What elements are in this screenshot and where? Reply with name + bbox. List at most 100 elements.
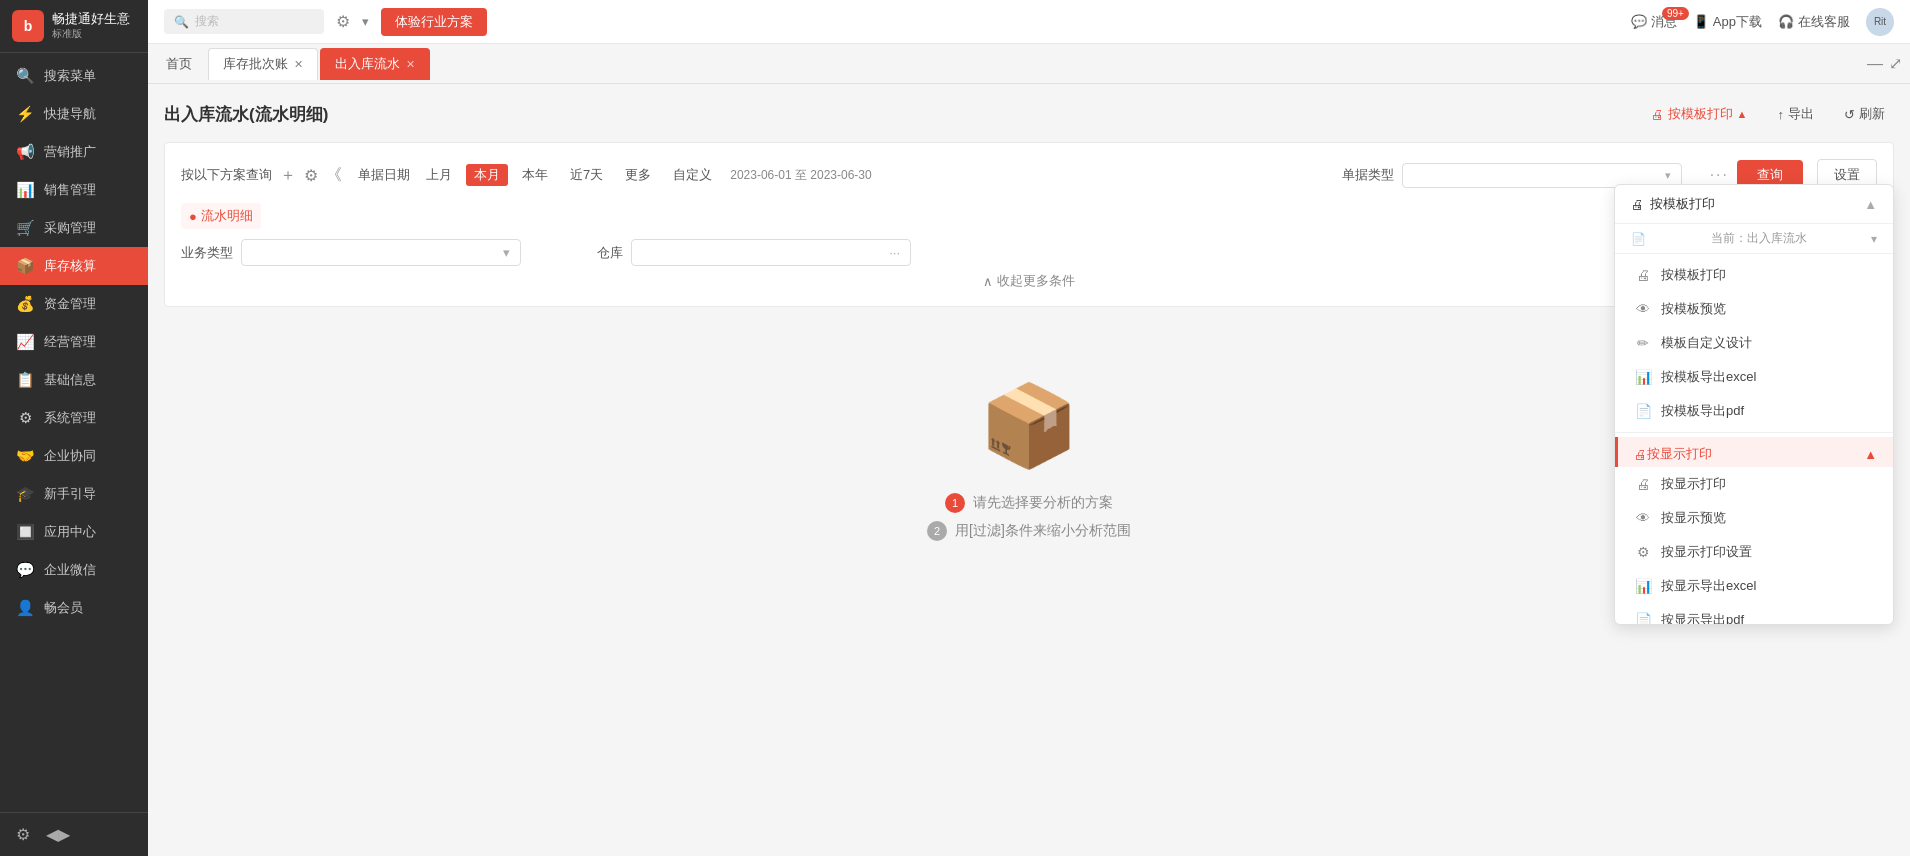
dp-display-section-header[interactable]: 🖨 按显示打印 ▲ — [1615, 437, 1893, 467]
trial-industry-button[interactable]: 体验行业方案 — [381, 8, 487, 36]
search-box[interactable]: 🔍 搜索 — [164, 9, 324, 34]
print-label: 按模板打印 — [1668, 105, 1733, 123]
date-opt-7days[interactable]: 近7天 — [562, 164, 611, 186]
sidebar-item-basicinfo[interactable]: 📋 基础信息 — [0, 361, 148, 399]
search-scheme-field: 按以下方案查询 ＋ ⚙ 《 — [181, 165, 342, 186]
date-opt-this-year[interactable]: 本年 — [514, 164, 556, 186]
flow-tag[interactable]: ● 流水明细 — [181, 203, 261, 229]
add-filter-icon[interactable]: ＋ — [280, 165, 296, 186]
sidebar-item-weixin[interactable]: 💬 企业微信 — [0, 551, 148, 589]
collapse-button[interactable]: ∧ 收起更多条件 — [983, 272, 1075, 290]
export-button[interactable]: ↑ 导出 — [1769, 100, 1824, 128]
dp-item-display-preview[interactable]: 👁 按显示预览 — [1615, 501, 1893, 535]
page-header: 出入库流水(流水明细) 🖨 按模板打印 ▲ ↑ 导出 ↺ 刷新 — [164, 100, 1894, 128]
print-template-button[interactable]: 🖨 按模板打印 ▲ — [1642, 100, 1757, 128]
date-opt-more[interactable]: 更多 — [617, 164, 659, 186]
quicknav-icon: ⚡ — [16, 105, 34, 123]
dp-item-template-excel[interactable]: 📊 按模板导出excel — [1615, 360, 1893, 394]
dp-title-label: 按模板打印 — [1650, 195, 1715, 213]
page-actions: 🖨 按模板打印 ▲ ↑ 导出 ↺ 刷新 — [1642, 100, 1894, 128]
sidebar-item-appcenter[interactable]: 🔲 应用中心 — [0, 513, 148, 551]
app-name: 畅捷通好生意 — [52, 11, 130, 28]
biz-type-input[interactable]: ▾ — [241, 239, 521, 266]
sidebar-item-label: 新手引导 — [44, 485, 96, 503]
settings-filter-icon[interactable]: ⚙ — [304, 166, 318, 185]
sidebar-item-finance[interactable]: 💰 资金管理 — [0, 285, 148, 323]
app-download-label: App下载 — [1713, 13, 1762, 31]
tab-home[interactable]: 首页 — [152, 48, 206, 80]
message-badge: 99+ — [1662, 7, 1689, 20]
dp-item-label: 按显示导出excel — [1661, 577, 1756, 595]
tab-minimize-icon[interactable]: — — [1867, 55, 1883, 73]
tab-maximize-icon[interactable]: ⤢ — [1889, 54, 1902, 73]
message-icon: 💬 — [1631, 14, 1647, 29]
sidebar-item-purchase[interactable]: 🛒 采购管理 — [0, 209, 148, 247]
online-service-button[interactable]: 🎧 在线客服 — [1778, 13, 1850, 31]
dp-item-display-pdf[interactable]: 📄 按显示导出pdf — [1615, 603, 1893, 624]
sidebar-item-label: 畅会员 — [44, 599, 83, 617]
search-scheme-label: 按以下方案查询 — [181, 166, 272, 184]
message-button[interactable]: 💬 消息 99+ — [1631, 13, 1677, 31]
sidebar-item-collab[interactable]: 🤝 企业协同 — [0, 437, 148, 475]
tab-home-label: 首页 — [166, 55, 192, 73]
topbar-dropdown-icon[interactable]: ▾ — [362, 14, 369, 29]
dp-item-template-pdf[interactable]: 📄 按模板导出pdf — [1615, 394, 1893, 428]
dp-display-section-label: 按显示打印 — [1647, 445, 1712, 463]
page-content: 出入库流水(流水明细) 🖨 按模板打印 ▲ ↑ 导出 ↺ 刷新 — [148, 84, 1910, 856]
dp-item-display-excel[interactable]: 📊 按显示导出excel — [1615, 569, 1893, 603]
dp-item-display-print[interactable]: 🖨 按显示打印 — [1615, 467, 1893, 501]
sidebar-nav: 🔍 搜索菜单 ⚡ 快捷导航 📢 营销推广 📊 销售管理 🛒 采购管理 📦 库存核… — [0, 53, 148, 812]
finance-icon: 💰 — [16, 295, 34, 313]
export-icon: ↑ — [1778, 107, 1785, 122]
tab-inout-flow[interactable]: 出入库流水 ✕ — [320, 48, 430, 80]
tab-inventory-batch[interactable]: 库存批次账 ✕ — [208, 48, 318, 80]
dp-item-display-settings[interactable]: ⚙ 按显示打印设置 — [1615, 535, 1893, 569]
sidebar-item-inventory[interactable]: 📦 库存核算 — [0, 247, 148, 285]
dp-template-pdf-icon: 📄 — [1635, 403, 1651, 419]
topbar-right: 💬 消息 99+ 📱 App下载 🎧 在线客服 Rit — [1631, 8, 1894, 36]
date-opt-this-month[interactable]: 本月 — [466, 164, 508, 186]
settings-icon[interactable]: ⚙ — [16, 825, 30, 844]
warehouse-more-icon[interactable]: ··· — [889, 245, 900, 260]
search-menu-icon: 🔍 — [16, 67, 34, 85]
sidebar-item-sales[interactable]: 📊 销售管理 — [0, 171, 148, 209]
sidebar-item-management[interactable]: 📈 经营管理 — [0, 323, 148, 361]
tab-close-icon[interactable]: ✕ — [406, 58, 415, 71]
sidebar-item-search[interactable]: 🔍 搜索菜单 — [0, 57, 148, 95]
tab-close-icon[interactable]: ✕ — [294, 58, 303, 71]
dp-item-label: 按模板导出excel — [1661, 368, 1756, 386]
date-options: 上月 本月 本年 近7天 更多 自定义 2023-06-01 至 2023-06… — [418, 164, 872, 186]
management-icon: 📈 — [16, 333, 34, 351]
more-options-icon[interactable]: ··· — [1710, 166, 1729, 184]
refresh-button[interactable]: ↺ 刷新 — [1835, 100, 1894, 128]
sidebar-item-beginner[interactable]: 🎓 新手引导 — [0, 475, 148, 513]
sidebar-item-system[interactable]: ⚙ 系统管理 — [0, 399, 148, 437]
warehouse-input[interactable]: ··· — [631, 239, 911, 266]
dp-display-print-icon: 🖨 — [1635, 476, 1651, 492]
dp-display-pdf-icon: 📄 — [1635, 612, 1651, 624]
collapse-icon[interactable]: ◀▶ — [46, 825, 70, 844]
sidebar-item-quicknav[interactable]: ⚡ 快捷导航 — [0, 95, 148, 133]
date-opt-custom[interactable]: 自定义 — [665, 164, 720, 186]
user-avatar[interactable]: Rit — [1866, 8, 1894, 36]
sidebar-item-vip[interactable]: 👤 畅会员 — [0, 589, 148, 627]
sidebar-item-marketing[interactable]: 📢 营销推广 — [0, 133, 148, 171]
collapse-filter-icon[interactable]: 《 — [326, 165, 342, 186]
dp-item-template-preview[interactable]: 👁 按模板预览 — [1615, 292, 1893, 326]
dp-item-label: 按显示打印 — [1661, 475, 1726, 493]
dp-display-section-icon: 🖨 — [1634, 447, 1647, 462]
sidebar-item-label: 搜索菜单 — [44, 67, 96, 85]
app-edition: 标准版 — [52, 27, 130, 41]
dp-item-template-print[interactable]: 🖨 按模板打印 — [1615, 258, 1893, 292]
warehouse-label: 仓库 — [597, 244, 623, 262]
export-label: 导出 — [1788, 105, 1814, 123]
date-opt-last-month[interactable]: 上月 — [418, 164, 460, 186]
appcenter-icon: 🔲 — [16, 523, 34, 541]
topbar-gear-icon[interactable]: ⚙ — [336, 12, 350, 31]
dp-display-settings-icon: ⚙ — [1635, 544, 1651, 560]
dp-collapse-icon[interactable]: ▲ — [1864, 197, 1877, 212]
sidebar-item-label: 基础信息 — [44, 371, 96, 389]
dp-item-template-design[interactable]: ✏ 模板自定义设计 — [1615, 326, 1893, 360]
app-download-button[interactable]: 📱 App下载 — [1693, 13, 1762, 31]
tab-expand-area: — ⤢ — [1867, 54, 1902, 73]
